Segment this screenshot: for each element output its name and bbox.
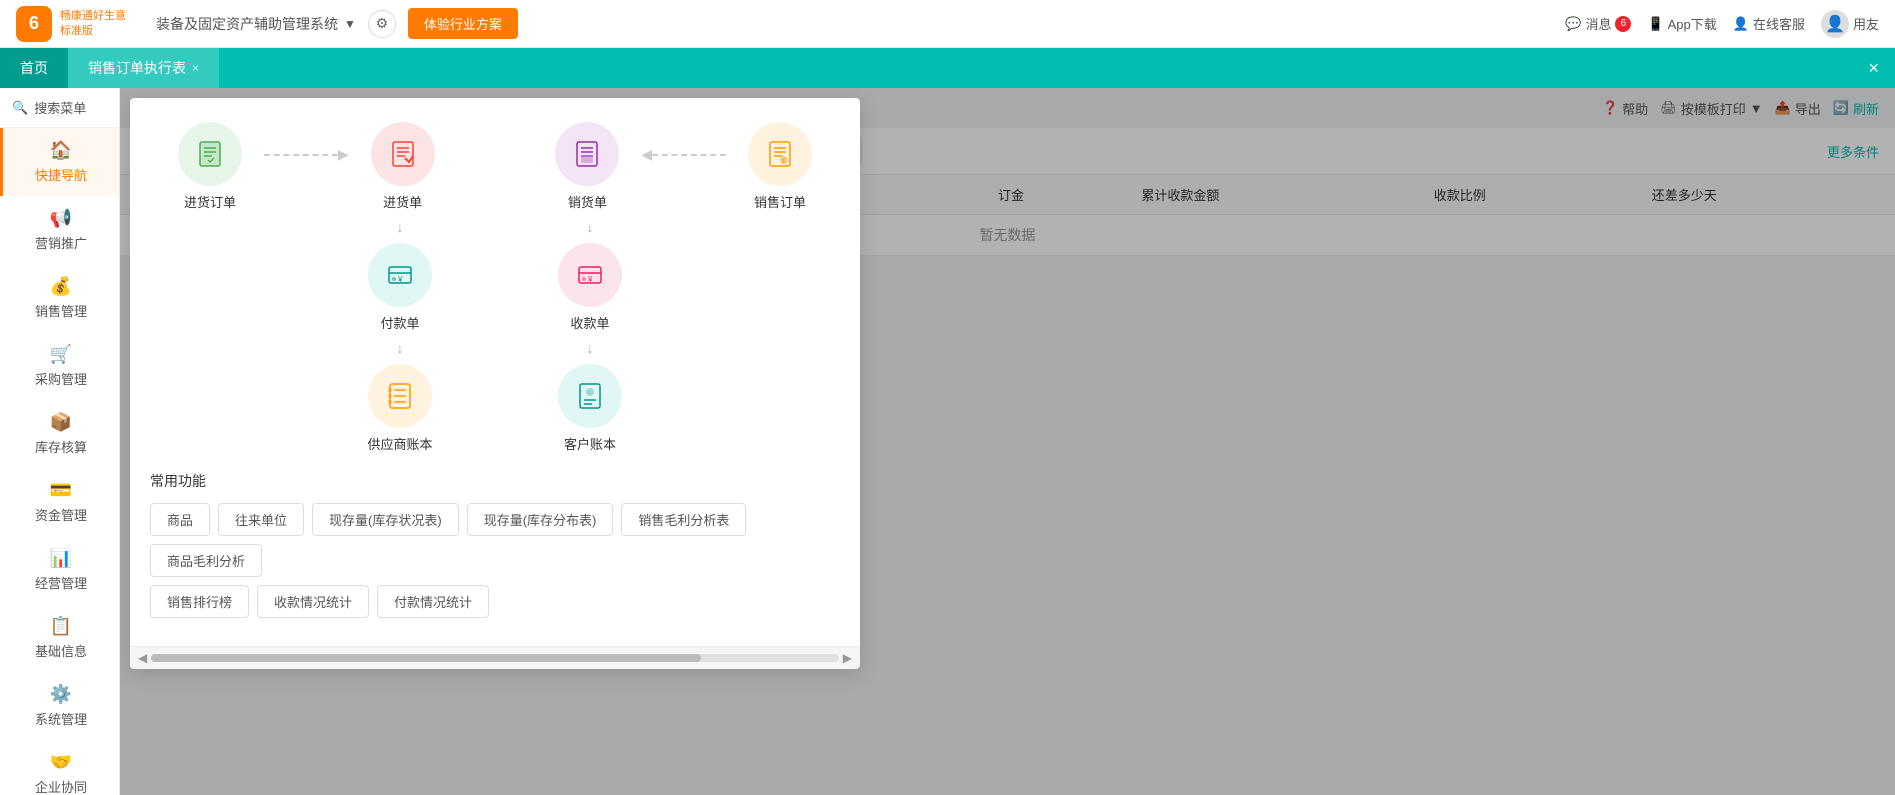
message-badge: 6: [1615, 16, 1631, 32]
func-buttons-row1: 商品 往来单位 现存量(库存状况表) 现存量(库存分布表) 销售毛利分析表 商品…: [150, 503, 840, 577]
search-menu-button[interactable]: 🔍 搜索菜单: [0, 88, 119, 128]
search-icon: 🔍: [12, 100, 28, 116]
supplier-ledger-label: 供应商账本: [367, 434, 432, 453]
online-service-button[interactable]: 👤 在线客服: [1733, 14, 1805, 33]
purchase-icon: 🛒: [50, 344, 72, 365]
marketing-icon: 📢: [50, 208, 72, 229]
sales-bill-icon: [555, 122, 619, 186]
func-btn-payment-stat[interactable]: 付款情况统计: [377, 585, 489, 618]
supplier-ledger-node: 供应商账本: [350, 364, 450, 453]
workflow-diagram: 进货订单 ▶: [130, 98, 860, 471]
message-icon: 💬: [1565, 16, 1581, 32]
func-btn-receipt-stat[interactable]: 收款情况统计: [257, 585, 369, 618]
scroll-right-button[interactable]: ▶: [843, 651, 852, 665]
avatar: 👤: [1821, 10, 1849, 38]
scrollbar-thumb: [151, 654, 701, 662]
receipt-bill-icon: ¥: [558, 243, 622, 307]
settings-button[interactable]: ⚙: [368, 10, 396, 38]
logo-text: 畅康通好生意 标准版: [60, 9, 126, 38]
app-download-button[interactable]: 📱 App下载: [1647, 14, 1716, 33]
func-btn-sales-rank[interactable]: 销售排行榜: [150, 585, 249, 618]
payment-bill-node: ¥ 付款单: [350, 243, 450, 332]
quick-nav-icon: 🏠: [50, 140, 72, 161]
sidebar-item-basic-info[interactable]: 📋 基础信息: [0, 604, 119, 672]
system-icon: ⚙️: [50, 684, 72, 705]
operations-icon: 📊: [50, 548, 72, 569]
payment-bill-icon: ¥: [368, 243, 432, 307]
func-btn-sales-profit[interactable]: 销售毛利分析表: [621, 503, 746, 536]
sales-bill-down-arrow: ↓: [587, 215, 594, 239]
system-title: 装备及固定资产辅助管理系统 ▼: [156, 14, 356, 34]
modal-box: 进货订单 ▶: [130, 98, 860, 669]
scrollbar-track[interactable]: [151, 654, 839, 662]
header-right: 💬 消息 6 📱 App下载 👤 在线客服 👤 用友: [1565, 10, 1879, 38]
func-btn-partner[interactable]: 往来单位: [218, 503, 304, 536]
logo-area: 6 畅康通好生意 标准版: [16, 6, 136, 42]
scroll-left-button[interactable]: ◀: [138, 651, 147, 665]
purchase-bill-node: 进货单: [353, 122, 453, 211]
func-btn-product[interactable]: 商品: [150, 503, 210, 536]
sidebar: 🔍 搜索菜单 🏠 快捷导航 📢 营销推广 💰 销售管理 🛒 采购管理 📦 库存核…: [0, 88, 120, 795]
main-layout: 🔍 搜索菜单 🏠 快捷导航 📢 营销推广 💰 销售管理 🛒 采购管理 📦 库存核…: [0, 88, 1895, 795]
purchase-order-icon: [178, 122, 242, 186]
finance-icon: 💳: [50, 480, 72, 501]
payment-bill-label: 付款单: [380, 313, 419, 332]
sidebar-item-inventory[interactable]: 📦 库存核算: [0, 400, 119, 468]
tab-home[interactable]: 首页: [0, 48, 68, 88]
purchase-order-node: 进货订单: [160, 122, 260, 211]
nav-tabs: 首页 销售订单执行表 × ×: [0, 48, 1895, 88]
purchase-bill-down-arrow: ↓: [397, 215, 404, 239]
modal-overlay[interactable]: 进货订单 ▶: [120, 88, 1895, 795]
common-functions-title: 常用功能: [150, 471, 840, 491]
purchase-bill-icon: [371, 122, 435, 186]
receipt-bill-label: 收款单: [570, 313, 609, 332]
func-btn-stock-dist[interactable]: 现存量(库存分布表): [467, 503, 614, 536]
tab-close-icon[interactable]: ×: [192, 61, 199, 75]
sidebar-item-system[interactable]: ⚙️ 系统管理: [0, 672, 119, 740]
customer-ledger-node: 客户账本: [540, 364, 640, 453]
user-menu[interactable]: 👤 用友: [1821, 10, 1879, 38]
tab-sales-order[interactable]: 销售订单执行表 ×: [68, 48, 219, 88]
system-dropdown-arrow[interactable]: ▼: [344, 17, 356, 31]
sidebar-item-quick-nav[interactable]: 🏠 快捷导航: [0, 128, 119, 196]
close-all-tabs-button[interactable]: ×: [1852, 58, 1895, 79]
top-header: 6 畅康通好生意 标准版 装备及固定资产辅助管理系统 ▼ ⚙ 体验行业方案 💬 …: [0, 0, 1895, 48]
supplier-ledger-icon: [368, 364, 432, 428]
main-content: ❓ 帮助 🖨 按模板打印 ▼ 📤 导出 🔄 刷新 📅 ~ 📅: [120, 88, 1895, 795]
sidebar-item-purchase[interactable]: 🛒 采购管理: [0, 332, 119, 400]
customer-ledger-label: 客户账本: [564, 434, 616, 453]
func-btn-product-profit[interactable]: 商品毛利分析: [150, 544, 262, 577]
func-buttons-row2: 销售排行榜 收款情况统计 付款情况统计: [150, 585, 840, 618]
sales-icon: 💰: [50, 276, 72, 297]
enterprise-icon: 🤝: [50, 752, 72, 773]
sales-order-node: $ 销售订单: [730, 122, 830, 211]
download-icon: 📱: [1647, 16, 1663, 32]
service-icon: 👤: [1733, 16, 1749, 32]
experience-button[interactable]: 体验行业方案: [408, 8, 518, 39]
common-functions-section: 常用功能 商品 往来单位 现存量(库存状况表) 现存量(库存分布表) 销售毛利分…: [130, 471, 860, 646]
func-btn-stock-status[interactable]: 现存量(库存状况表): [312, 503, 459, 536]
sidebar-item-finance[interactable]: 💳 资金管理: [0, 468, 119, 536]
sales-bill-label: 销货单: [568, 192, 607, 211]
sales-order-label: 销售订单: [754, 192, 806, 211]
svg-text:¥: ¥: [397, 275, 403, 284]
sidebar-item-enterprise[interactable]: 🤝 企业协同: [0, 740, 119, 795]
sales-bill-node: 销货单: [537, 122, 637, 211]
svg-text:¥: ¥: [587, 275, 593, 284]
receipt-bill-down-arrow: ↓: [587, 336, 594, 360]
sales-order-icon: $: [748, 122, 812, 186]
sidebar-item-operations[interactable]: 📊 经营管理: [0, 536, 119, 604]
logo-icon: 6: [16, 6, 52, 42]
sidebar-item-marketing[interactable]: 📢 营销推广: [0, 196, 119, 264]
basic-info-icon: 📋: [50, 616, 72, 637]
purchase-order-label: 进货订单: [184, 192, 236, 211]
customer-ledger-icon: [558, 364, 622, 428]
payment-bill-down-arrow: ↓: [397, 336, 404, 360]
sidebar-item-sales[interactable]: 💰 销售管理: [0, 264, 119, 332]
purchase-bill-label: 进货单: [383, 192, 422, 211]
inventory-icon: 📦: [50, 412, 72, 433]
receipt-bill-node: ¥ 收款单: [540, 243, 640, 332]
message-button[interactable]: 💬 消息 6: [1565, 14, 1631, 33]
modal-scrollbar: ◀ ▶: [130, 646, 860, 669]
